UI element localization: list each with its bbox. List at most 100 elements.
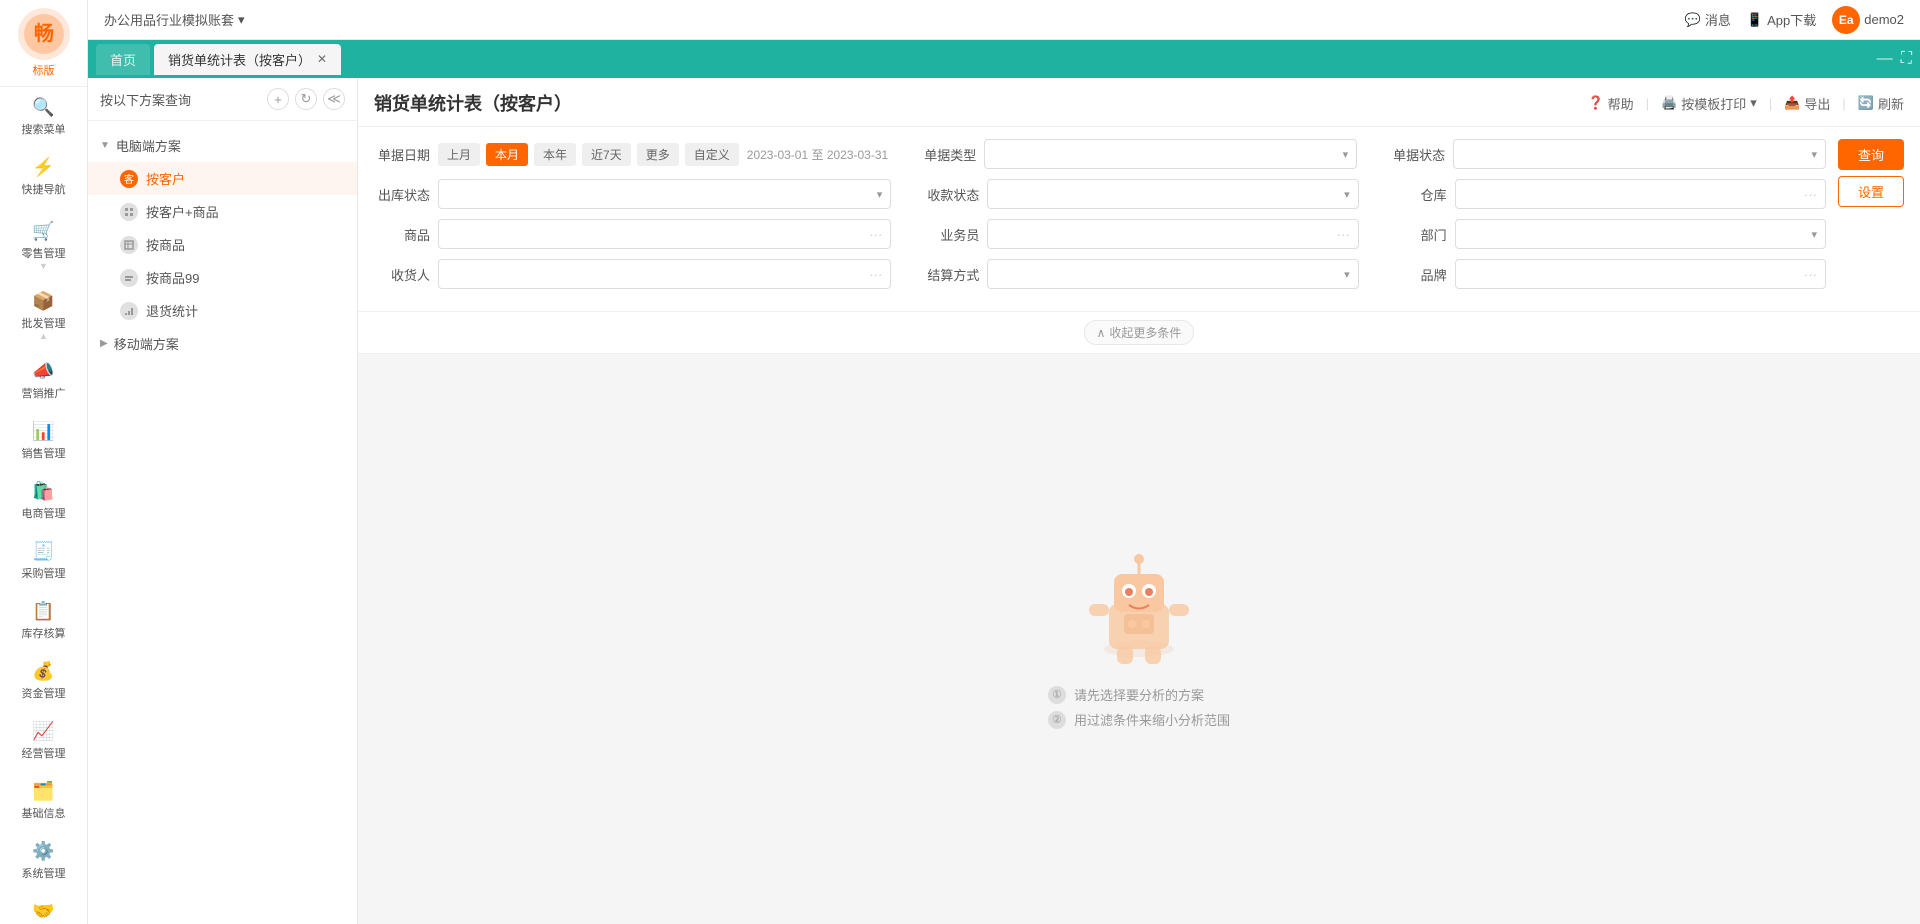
- receipt-status-label: 收款状态: [923, 185, 979, 204]
- tip-num-1: ①: [1048, 686, 1066, 704]
- message-btn[interactable]: 💬 消息: [1685, 10, 1731, 29]
- refresh-btn[interactable]: 🔄 刷新: [1858, 94, 1904, 113]
- out-status-select[interactable]: ▾: [438, 179, 891, 209]
- date-btn-custom[interactable]: 自定义: [685, 143, 739, 166]
- export-btn[interactable]: 📤 导出: [1784, 94, 1830, 113]
- tree-item-by-goods[interactable]: 按商品: [88, 228, 357, 261]
- industry-selector[interactable]: 办公用品行业模拟账套 ▾: [104, 10, 245, 29]
- receiver-select[interactable]: ···: [438, 259, 891, 289]
- sidebar-item-marketing[interactable]: 📣 营销推广: [0, 351, 87, 411]
- empty-tip-2: ② 用过滤条件来缩小分析范围: [1048, 710, 1230, 729]
- tab-fullscreen-icon[interactable]: ⛶: [1901, 50, 1912, 68]
- tree-item-return-stats[interactable]: 退货统计: [88, 294, 357, 327]
- main-area: 办公用品行业模拟账套 ▾ 💬 消息 📱 App下载 Ea demo2 首页 销货…: [88, 0, 1920, 924]
- purchase-icon: 🧾: [32, 541, 54, 562]
- tree-item-by-goods-label: 按商品: [146, 235, 185, 254]
- sidebar-item-operations[interactable]: 📈 经营管理: [0, 711, 87, 771]
- settlement-label: 结算方式: [923, 265, 979, 284]
- left-panel: 按以下方案查询 + ↻ ≪ ▼ 电脑端方案 客 按客户: [88, 78, 358, 924]
- department-select[interactable]: ▾: [1455, 219, 1826, 249]
- date-btn-this-month[interactable]: 本月: [486, 143, 528, 166]
- collapse-up-icon: ∧: [1097, 326, 1106, 340]
- tree-group-desktop-header[interactable]: ▼ 电脑端方案: [88, 129, 357, 162]
- order-status-select[interactable]: ▾: [1453, 139, 1826, 169]
- query-button[interactable]: 查询: [1838, 139, 1904, 170]
- template-print-label: 按模板打印: [1681, 94, 1746, 113]
- return-stats-icon: [120, 302, 138, 320]
- salesperson-select[interactable]: ···: [987, 219, 1358, 249]
- sidebar-item-system-label: 系统管理: [22, 865, 66, 881]
- sidebar-item-inventory[interactable]: 📋 库存核算: [0, 591, 87, 651]
- order-type-label: 单据类型: [920, 145, 976, 164]
- goods-select[interactable]: ···: [438, 219, 891, 249]
- collapse-bar: ∧ 收起更多条件: [358, 312, 1920, 354]
- sidebar-item-sales[interactable]: 📊 销售管理: [0, 411, 87, 471]
- refresh-scheme-btn[interactable]: ↻: [295, 88, 317, 110]
- date-btn-more[interactable]: 更多: [637, 143, 679, 166]
- tree-group-desktop: ▼ 电脑端方案 客 按客户 按客户+商品: [88, 129, 357, 327]
- tree-group-mobile-header[interactable]: ▶ 移动端方案: [88, 327, 357, 360]
- template-print-btn[interactable]: 🖨️ 按模板打印 ▾: [1661, 94, 1757, 113]
- topbar-right: 💬 消息 📱 App下载 Ea demo2: [1685, 6, 1904, 34]
- warehouse-more-icon[interactable]: ···: [1804, 187, 1817, 202]
- sidebar-item-search[interactable]: 🔍 搜索菜单: [0, 87, 87, 147]
- settings-button[interactable]: 设置: [1838, 176, 1904, 207]
- order-type-chevron: ▾: [1343, 148, 1349, 161]
- retail-arrow-icon: ▼: [39, 261, 48, 271]
- tree-item-by-customer[interactable]: 客 按客户: [88, 162, 357, 195]
- collapse-more-conditions-btn[interactable]: ∧ 收起更多条件: [1084, 320, 1195, 345]
- warehouse-label: 仓库: [1391, 185, 1447, 204]
- left-panel-title: 按以下方案查询: [100, 90, 191, 109]
- brand-more-icon[interactable]: ···: [1804, 267, 1817, 282]
- goods-more-icon[interactable]: ···: [869, 227, 882, 242]
- order-status-chevron: ▾: [1811, 148, 1817, 161]
- industry-dropdown-icon: ▾: [238, 12, 245, 28]
- action-divider-2: |: [1769, 96, 1772, 111]
- retail-icon: 🛒: [32, 221, 54, 242]
- collapse-panel-btn[interactable]: ≪: [323, 88, 345, 110]
- tab-close-icon[interactable]: ✕: [317, 52, 327, 66]
- left-panel-header: 按以下方案查询 + ↻ ≪: [88, 78, 357, 121]
- salesperson-more-icon[interactable]: ···: [1337, 227, 1350, 242]
- sidebar-item-retail[interactable]: 🛒 零售管理 ▼: [0, 211, 87, 281]
- add-scheme-btn[interactable]: +: [267, 88, 289, 110]
- sidebar-item-quick-nav[interactable]: ⚡ 快捷导航: [0, 147, 87, 207]
- tree-item-by-goods-99[interactable]: 按商品99: [88, 261, 357, 294]
- receiver-more-icon[interactable]: ···: [869, 267, 882, 282]
- tab-sales-stats[interactable]: 销货单统计表（按客户） ✕: [154, 44, 341, 75]
- out-status-label: 出库状态: [374, 185, 430, 204]
- receipt-status-select[interactable]: ▾: [987, 179, 1358, 209]
- sidebar-item-finance[interactable]: 💰 资金管理: [0, 651, 87, 711]
- tab-minimize-icon[interactable]: —: [1877, 50, 1893, 68]
- sidebar-item-basic-label: 基础信息: [22, 805, 66, 821]
- topbar: 办公用品行业模拟账套 ▾ 💬 消息 📱 App下载 Ea demo2: [88, 0, 1920, 40]
- user-profile[interactable]: Ea demo2: [1832, 6, 1904, 34]
- sidebar-item-marketing-label: 营销推广: [22, 385, 66, 401]
- sidebar-item-cooperation[interactable]: 🤝 企业协同: [0, 891, 87, 924]
- app-download-btn[interactable]: 📱 App下载: [1747, 10, 1816, 29]
- tree-item-by-customer-goods[interactable]: 按客户+商品: [88, 195, 357, 228]
- sidebar-item-purchase[interactable]: 🧾 采购管理: [0, 531, 87, 591]
- finance-icon: 💰: [32, 661, 54, 682]
- order-type-select[interactable]: ▾: [984, 139, 1357, 169]
- tab-home[interactable]: 首页: [96, 44, 150, 75]
- sidebar-item-inventory-label: 库存核算: [22, 625, 66, 641]
- export-label: 导出: [1804, 94, 1830, 113]
- print-icon: 🖨️: [1661, 95, 1677, 111]
- date-btn-last-month[interactable]: 上月: [438, 143, 480, 166]
- sidebar-item-basic[interactable]: 🗂️ 基础信息: [0, 771, 87, 831]
- content-area: 按以下方案查询 + ↻ ≪ ▼ 电脑端方案 客 按客户: [88, 78, 1920, 924]
- app-subtitle: 标版: [33, 62, 55, 78]
- sidebar-item-ecommerce[interactable]: 🛍️ 电商管理: [0, 471, 87, 531]
- department-chevron: ▾: [1811, 228, 1817, 241]
- brand-select[interactable]: ···: [1455, 259, 1826, 289]
- date-btn-this-year[interactable]: 本年: [534, 143, 576, 166]
- warehouse-select[interactable]: ···: [1455, 179, 1826, 209]
- date-btn-last-7[interactable]: 近7天: [582, 143, 631, 166]
- refresh-icon: 🔄: [1858, 95, 1874, 111]
- sidebar-item-system[interactable]: ⚙️ 系统管理: [0, 831, 87, 891]
- settlement-select[interactable]: ▾: [987, 259, 1358, 289]
- sidebar-item-wholesale[interactable]: 📦 批发管理 ▲: [0, 281, 87, 351]
- help-btn[interactable]: ❓ 帮助: [1587, 94, 1633, 113]
- print-dropdown-icon: ▾: [1750, 95, 1757, 111]
